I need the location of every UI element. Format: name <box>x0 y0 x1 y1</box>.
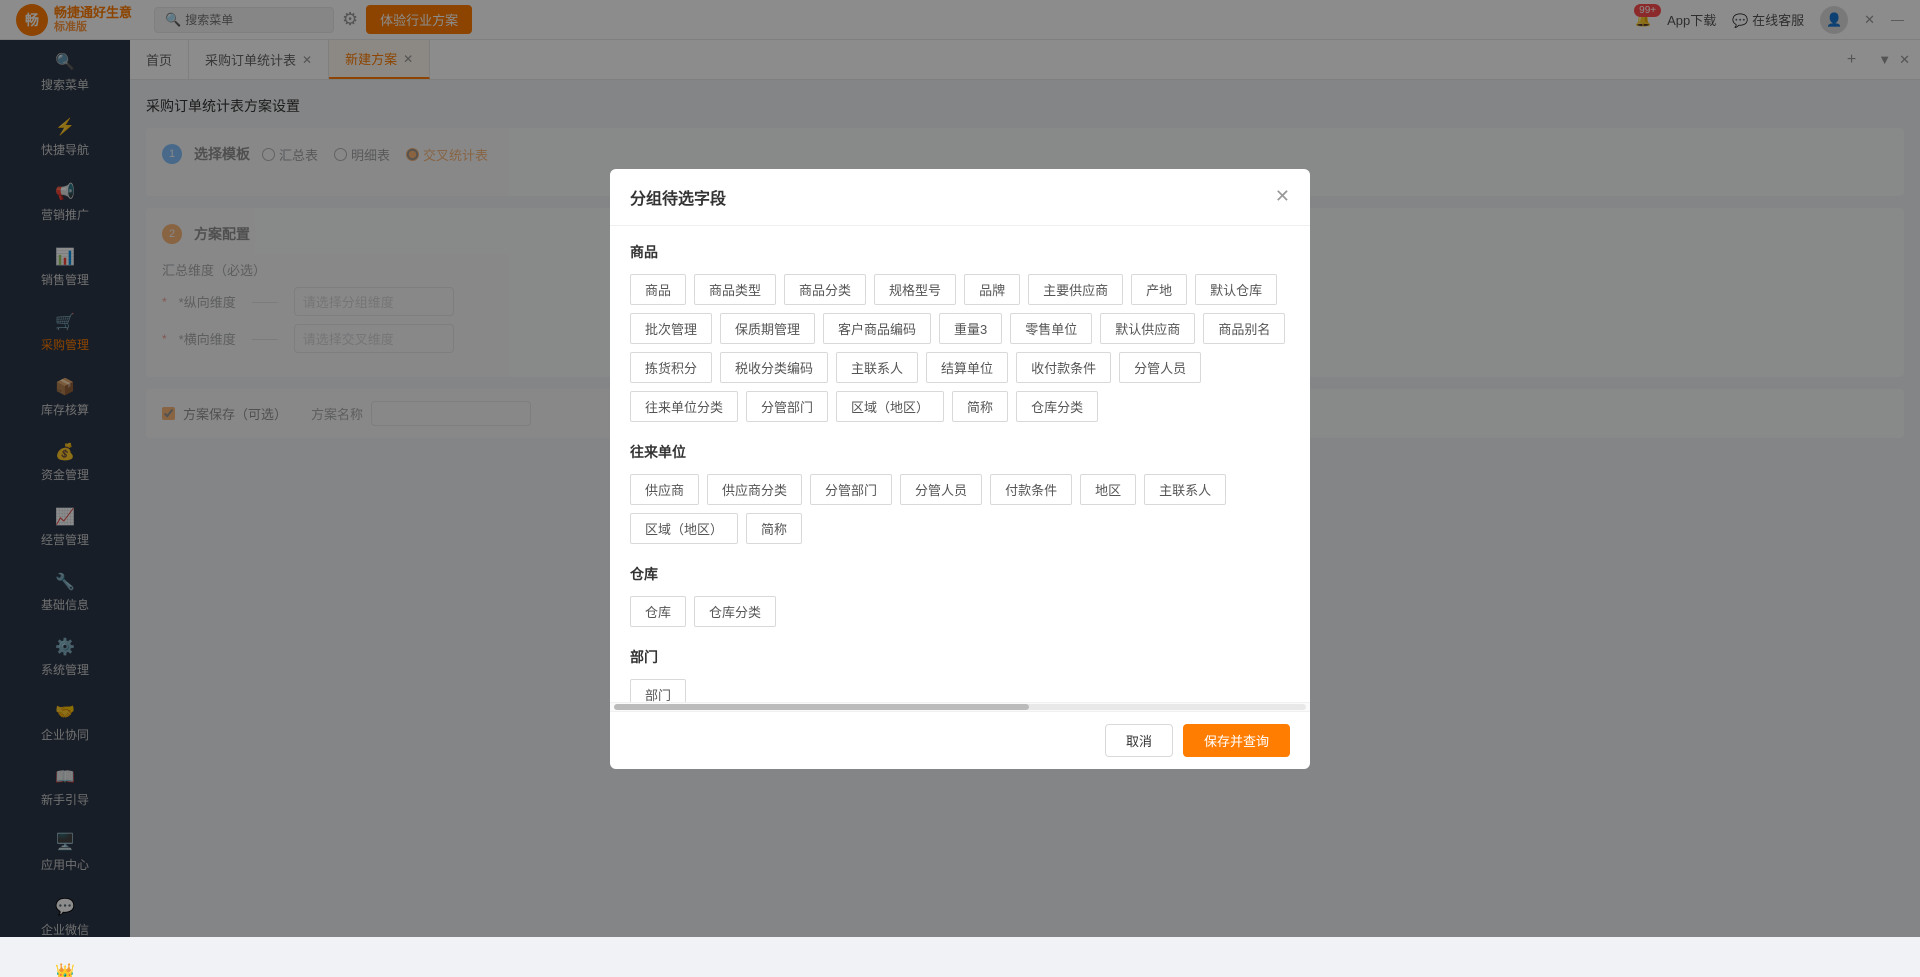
field-tag[interactable]: 规格型号 <box>874 274 956 305</box>
department-field-tags: 部门 <box>630 679 1290 703</box>
field-tag[interactable]: 主联系人 <box>1144 474 1226 505</box>
section-warehouse: 仓库 仓库 仓库分类 <box>630 564 1290 627</box>
field-tag[interactable]: 结算单位 <box>926 352 1008 383</box>
field-tag[interactable]: 商品类型 <box>694 274 776 305</box>
field-tag[interactable]: 品牌 <box>964 274 1020 305</box>
field-tag[interactable]: 区域（地区） <box>836 391 944 422</box>
field-tag[interactable]: 零售单位 <box>1010 313 1092 344</box>
field-tag[interactable]: 商品分类 <box>784 274 866 305</box>
field-tag[interactable]: 收付款条件 <box>1016 352 1111 383</box>
product-field-tags: 商品 商品类型 商品分类 规格型号 品牌 主要供应商 产地 默认仓库 批次管理 … <box>630 274 1290 422</box>
field-tag[interactable]: 商品 <box>630 274 686 305</box>
field-tag[interactable]: 分管部门 <box>810 474 892 505</box>
section-department: 部门 部门 <box>630 647 1290 703</box>
confirm-button[interactable]: 保存并查询 <box>1183 724 1290 757</box>
section-warehouse-title: 仓库 <box>630 564 1290 584</box>
field-tag[interactable]: 主联系人 <box>836 352 918 383</box>
modal-footer: 取消 保存并查询 <box>610 711 1310 769</box>
field-tag[interactable]: 主要供应商 <box>1028 274 1123 305</box>
section-product: 商品 商品 商品类型 商品分类 规格型号 品牌 主要供应商 产地 默认仓库 批次… <box>630 242 1290 422</box>
field-tag[interactable]: 地区 <box>1080 474 1136 505</box>
field-tag[interactable]: 简称 <box>746 513 802 544</box>
modal-header: 分组待选字段 ✕ <box>610 169 1310 226</box>
field-tag[interactable]: 简称 <box>952 391 1008 422</box>
field-tag[interactable]: 仓库分类 <box>694 596 776 627</box>
section-partner-title: 往来单位 <box>630 442 1290 462</box>
field-tag[interactable]: 分管人员 <box>900 474 982 505</box>
section-partner: 往来单位 供应商 供应商分类 分管部门 分管人员 付款条件 地区 主联系人 区域… <box>630 442 1290 544</box>
field-tag[interactable]: 批次管理 <box>630 313 712 344</box>
field-tag[interactable]: 默认仓库 <box>1195 274 1277 305</box>
hscroll-thumb[interactable] <box>614 704 1029 710</box>
field-tag[interactable]: 默认供应商 <box>1100 313 1195 344</box>
modal-title: 分组待选字段 <box>630 185 726 209</box>
section-product-title: 商品 <box>630 242 1290 262</box>
field-tag[interactable]: 税收分类编码 <box>720 352 828 383</box>
field-tag[interactable]: 部门 <box>630 679 686 703</box>
field-tag[interactable]: 客户商品编码 <box>823 313 931 344</box>
field-tag[interactable]: 保质期管理 <box>720 313 815 344</box>
modal-body[interactable]: 商品 商品 商品类型 商品分类 规格型号 品牌 主要供应商 产地 默认仓库 批次… <box>610 226 1310 703</box>
partner-field-tags: 供应商 供应商分类 分管部门 分管人员 付款条件 地区 主联系人 区域（地区） … <box>630 474 1290 544</box>
modal-close-icon[interactable]: ✕ <box>1275 186 1290 207</box>
section-department-title: 部门 <box>630 647 1290 667</box>
field-tag[interactable]: 仓库分类 <box>1016 391 1098 422</box>
field-tag[interactable]: 重量3 <box>939 313 1002 344</box>
field-tag[interactable]: 供应商 <box>630 474 699 505</box>
field-tag[interactable]: 付款条件 <box>990 474 1072 505</box>
field-tag[interactable]: 拣货积分 <box>630 352 712 383</box>
field-tag[interactable]: 仓库 <box>630 596 686 627</box>
field-tag[interactable]: 商品别名 <box>1203 313 1285 344</box>
modal-hscrollbar[interactable] <box>610 702 1310 710</box>
warehouse-field-tags: 仓库 仓库分类 <box>630 596 1290 627</box>
hscroll-track <box>614 704 1306 710</box>
field-tag[interactable]: 分管人员 <box>1119 352 1201 383</box>
field-tag[interactable]: 供应商分类 <box>707 474 802 505</box>
field-tag[interactable]: 产地 <box>1131 274 1187 305</box>
field-tag[interactable]: 区域（地区） <box>630 513 738 544</box>
cancel-button[interactable]: 取消 <box>1105 724 1173 757</box>
field-tag[interactable]: 分管部门 <box>746 391 828 422</box>
field-tag[interactable]: 往来单位分类 <box>630 391 738 422</box>
field-select-modal: 分组待选字段 ✕ 商品 商品 商品类型 商品分类 规格型号 品牌 主要供应商 产… <box>610 169 1310 769</box>
